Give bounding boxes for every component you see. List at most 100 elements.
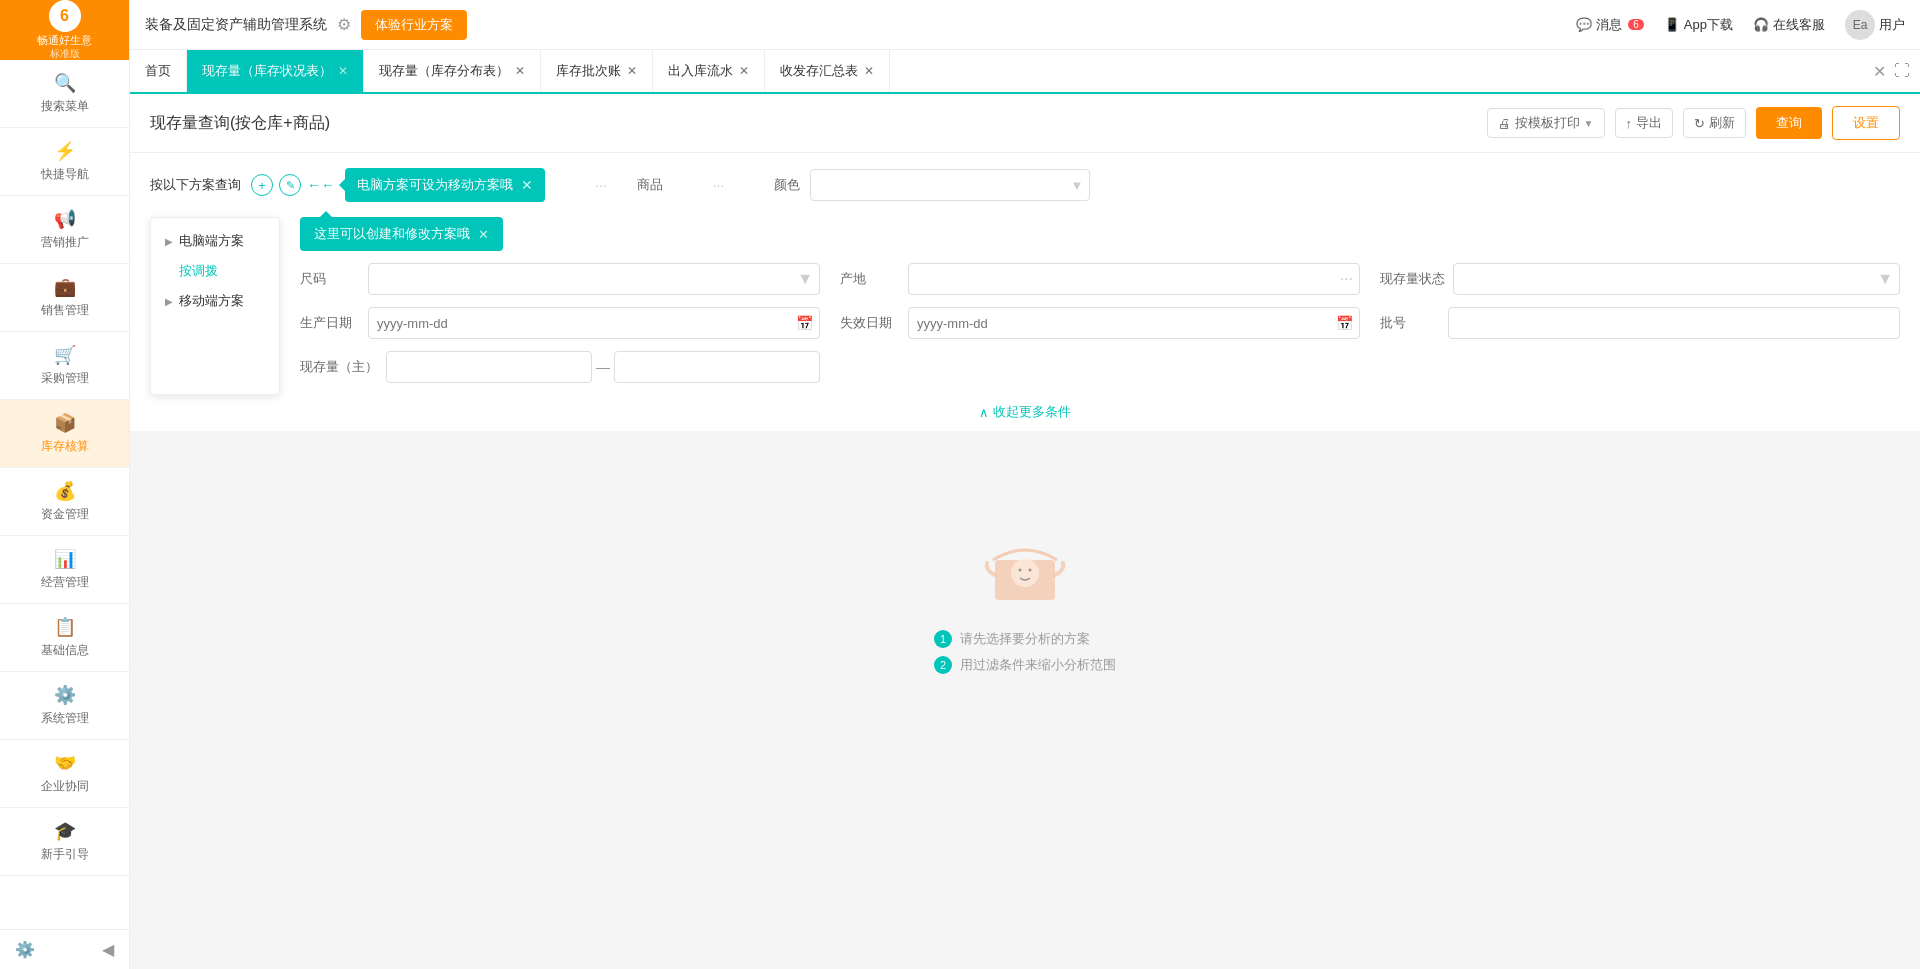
- add-scheme-button[interactable]: +: [251, 174, 273, 196]
- sidebar-item-inventory[interactable]: 📦 库存核算: [0, 400, 129, 468]
- app-download-item[interactable]: 📱 App下载: [1664, 16, 1733, 34]
- sidebar-item-newbie[interactable]: 🎓 新手引导: [0, 808, 129, 876]
- tab-batch[interactable]: 库存批次账 ✕: [541, 50, 653, 92]
- management-icon: 📊: [54, 548, 76, 570]
- tab-close-all-icon[interactable]: ✕: [1873, 62, 1886, 81]
- filter-header-label: 按以下方案查询: [150, 176, 241, 194]
- stock-main-min[interactable]: [386, 351, 592, 383]
- tab-stock-dist-close[interactable]: ✕: [515, 64, 525, 78]
- edit-scheme-button[interactable]: ✎: [279, 174, 301, 196]
- tab-flow[interactable]: 出入库流水 ✕: [653, 50, 765, 92]
- expire-date-calendar-icon[interactable]: 📅: [1330, 315, 1359, 331]
- newbie-icon: 🎓: [54, 820, 76, 842]
- mobile-expand-arrow-icon: ▶: [165, 296, 173, 307]
- user-item[interactable]: Ea 用户: [1845, 10, 1905, 40]
- finance-icon: 💰: [54, 480, 76, 502]
- collapse-sidebar-icon[interactable]: ◀: [102, 940, 114, 959]
- topbar-settings-icon[interactable]: ⚙: [337, 15, 351, 34]
- sidebar-item-quick-nav[interactable]: ⚡ 快捷导航: [0, 128, 129, 196]
- export-label: 导出: [1636, 114, 1662, 132]
- tab-batch-close[interactable]: ✕: [627, 64, 637, 78]
- expand-arrow-icon: ▶: [165, 236, 173, 247]
- produce-date-input-group[interactable]: 📅: [368, 307, 820, 339]
- empty-state: 1 请先选择要分析的方案 2 用过滤条件来缩小分析范围: [130, 435, 1920, 754]
- tab-stock-dist-label: 现存量（库存分布表）: [379, 62, 509, 80]
- sidebar-item-system[interactable]: ⚙️ 系统管理: [0, 672, 129, 740]
- tab-summary-label: 收发存汇总表: [780, 62, 858, 80]
- empty-illustration: [975, 515, 1075, 615]
- svg-point-1: [1011, 559, 1039, 587]
- scheme-item-desktop[interactable]: ▶ 电脑端方案: [151, 226, 279, 256]
- origin-label: 产地: [840, 270, 900, 288]
- stock-status-select[interactable]: ▼: [1453, 263, 1900, 295]
- tooltip2-close[interactable]: ✕: [478, 227, 489, 242]
- sidebar-item-enterprise[interactable]: 🤝 企业协同: [0, 740, 129, 808]
- sidebar-item-finance[interactable]: 💰 资金管理: [0, 468, 129, 536]
- hint-2: 2 用过滤条件来缩小分析范围: [934, 656, 1116, 674]
- filter-header-icons: + ✎ ←←: [251, 174, 335, 196]
- tab-stock-status[interactable]: 现存量（库存状况表） ✕: [187, 50, 364, 92]
- tab-summary[interactable]: 收发存汇总表 ✕: [765, 50, 890, 92]
- sidebar-item-purchase[interactable]: 🛒 采购管理: [0, 332, 129, 400]
- refresh-icon: ↻: [1694, 116, 1705, 131]
- tab-stock-dist[interactable]: 现存量（库存分布表） ✕: [364, 50, 541, 92]
- tab-stock-status-close[interactable]: ✕: [338, 64, 348, 78]
- sidebar-item-marketing[interactable]: 📢 营销推广: [0, 196, 129, 264]
- expire-date-input[interactable]: [909, 308, 1330, 338]
- tab-batch-label: 库存批次账: [556, 62, 621, 80]
- nav-menu: 🔍 搜索菜单 ⚡ 快捷导航 📢 营销推广 💼 销售管理 🛒 采购管理 📦 库存核…: [0, 60, 129, 929]
- system-icon: ⚙️: [54, 684, 76, 706]
- svg-point-3: [1029, 569, 1032, 572]
- sidebar: 6 畅通好生意 标准版 🔍 搜索菜单 ⚡ 快捷导航 📢 营销推广 💼 销售管理 …: [0, 0, 130, 969]
- produce-date-input[interactable]: [369, 308, 790, 338]
- search-icon: 🔍: [54, 72, 76, 94]
- batch-field: 批号: [1380, 307, 1900, 339]
- scheme-transfer-label: 按调拨: [179, 262, 218, 280]
- scheme-item-transfer[interactable]: 按调拨: [151, 256, 279, 286]
- sidebar-item-management[interactable]: 📊 经营管理: [0, 536, 129, 604]
- query-button[interactable]: 查询: [1756, 107, 1822, 139]
- message-label: 消息: [1596, 16, 1622, 34]
- tab-bar: 首页 现存量（库存状况表） ✕ 现存量（库存分布表） ✕ 库存批次账 ✕ 出入库…: [130, 50, 1920, 94]
- filter-row-3: 现存量（主） —: [300, 351, 1900, 383]
- hint-1: 1 请先选择要分析的方案: [934, 630, 1116, 648]
- tab-stock-status-label: 现存量（库存状况表）: [202, 62, 332, 80]
- sidebar-item-search[interactable]: 🔍 搜索菜单: [0, 60, 129, 128]
- tab-fullscreen-icon[interactable]: ⛶: [1894, 62, 1910, 80]
- tooltip-mobile-scheme: 电脑方案可设为移动方案哦 ✕: [345, 168, 545, 202]
- tooltip2-text: 这里可以创建和修改方案哦: [314, 225, 470, 243]
- collapse-bar[interactable]: ∧ 收起更多条件: [150, 395, 1900, 426]
- produce-date-calendar-icon[interactable]: 📅: [790, 315, 819, 331]
- origin-input[interactable]: [909, 264, 1334, 294]
- message-item[interactable]: 💬 消息 6: [1576, 16, 1644, 34]
- tab-flow-close[interactable]: ✕: [739, 64, 749, 78]
- tab-summary-close[interactable]: ✕: [864, 64, 874, 78]
- batch-input[interactable]: [1448, 307, 1900, 339]
- export-button[interactable]: ↑ 导出: [1615, 108, 1674, 138]
- origin-input-group[interactable]: ···: [908, 263, 1360, 295]
- global-settings-icon[interactable]: ⚙️: [15, 940, 35, 959]
- refresh-button[interactable]: ↻ 刷新: [1683, 108, 1746, 138]
- size-select[interactable]: ▼: [368, 263, 820, 295]
- stock-main-max[interactable]: [614, 351, 820, 383]
- color-dropdown-icon: ▼: [1064, 178, 1089, 193]
- purchase-icon: 🛒: [54, 344, 76, 366]
- content-area: 现存量查询(按仓库+商品) 🖨 按模板打印 ▼ ↑ 导出 ↻ 刷新 查询 设置: [130, 94, 1920, 969]
- settings-button[interactable]: 设置: [1832, 106, 1900, 140]
- page-actions: 🖨 按模板打印 ▼ ↑ 导出 ↻ 刷新 查询 设置: [1487, 106, 1900, 140]
- empty-hints: 1 请先选择要分析的方案 2 用过滤条件来缩小分析范围: [934, 630, 1116, 674]
- tooltip1-close[interactable]: ✕: [521, 177, 533, 193]
- experience-button[interactable]: 体验行业方案: [361, 10, 467, 40]
- left-arrow-icon[interactable]: ←←: [307, 177, 335, 193]
- online-service-item[interactable]: 🎧 在线客服: [1753, 16, 1825, 34]
- tooltip1-text: 电脑方案可设为移动方案哦: [357, 176, 513, 194]
- expire-date-input-group[interactable]: 📅: [908, 307, 1360, 339]
- size-chevron-icon: ▼: [791, 270, 819, 288]
- sidebar-item-sales[interactable]: 💼 销售管理: [0, 264, 129, 332]
- color-select-header[interactable]: ▼: [810, 169, 1090, 201]
- tab-home[interactable]: 首页: [130, 50, 187, 92]
- print-button[interactable]: 🖨 按模板打印 ▼: [1487, 108, 1605, 138]
- sidebar-item-basic-info[interactable]: 📋 基础信息: [0, 604, 129, 672]
- scheme-item-mobile[interactable]: ▶ 移动端方案: [151, 286, 279, 316]
- collapse-label: 收起更多条件: [993, 403, 1071, 421]
